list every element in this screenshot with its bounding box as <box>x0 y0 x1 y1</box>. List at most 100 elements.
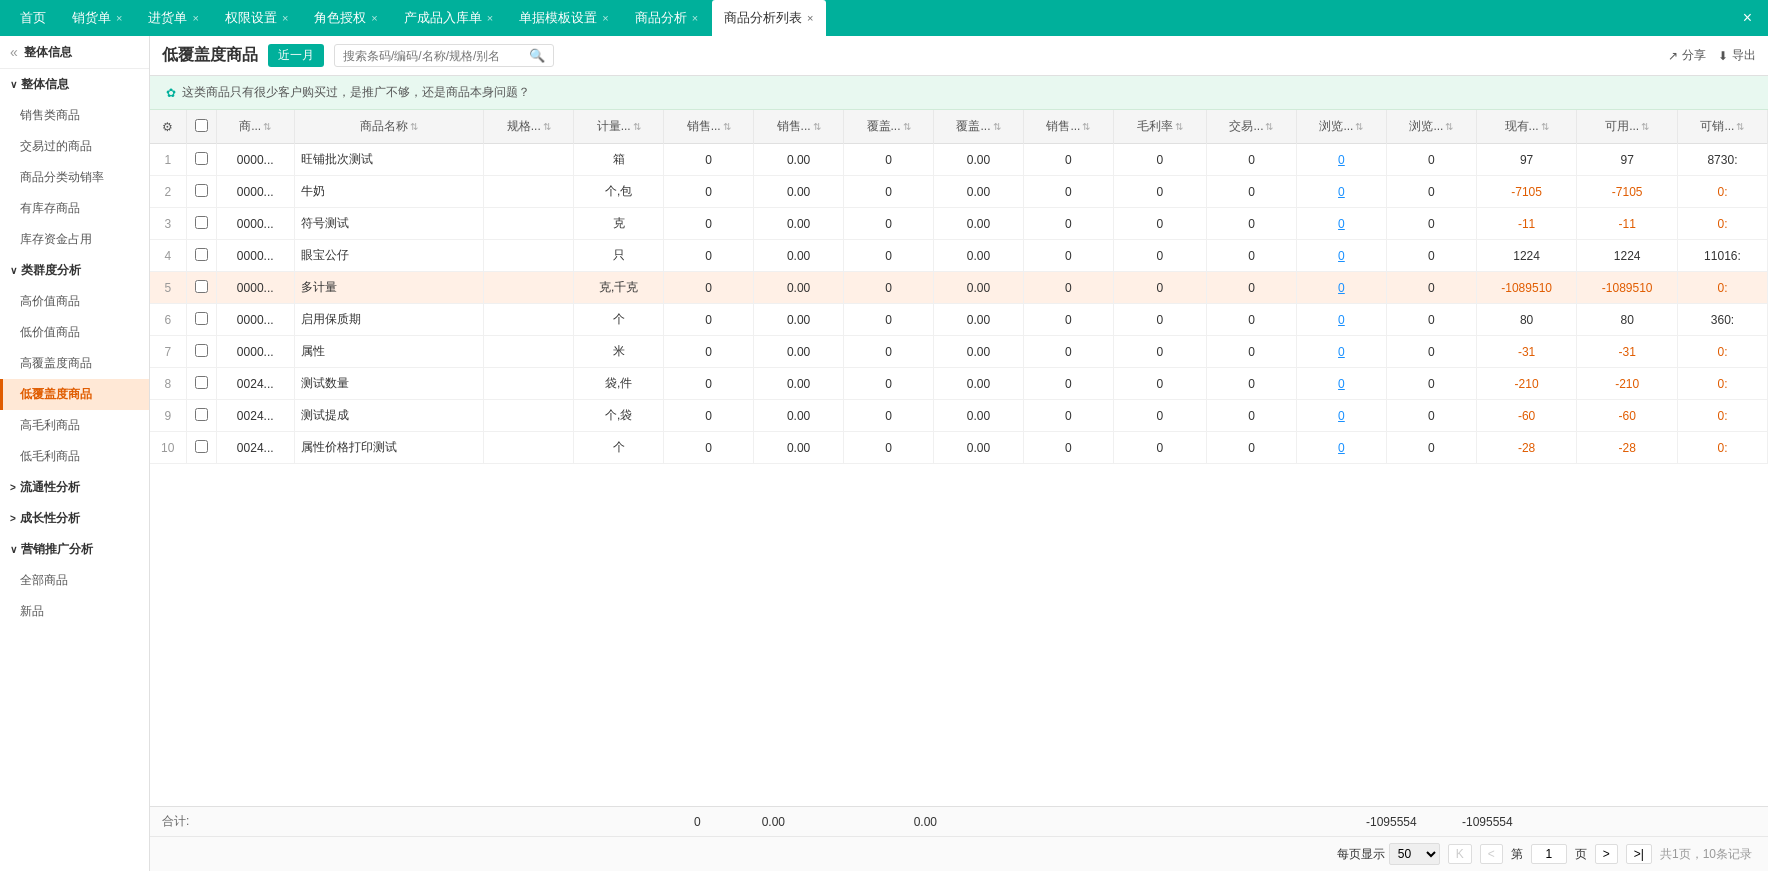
sidebar-item-all-goods[interactable]: 全部商品 <box>0 565 149 596</box>
sidebar-collapse-button[interactable]: « <box>4 42 24 62</box>
close-icon[interactable]: × <box>487 12 493 24</box>
close-icon[interactable]: × <box>692 12 698 24</box>
row-checkbox[interactable] <box>195 408 208 421</box>
row-checkbox-cell[interactable] <box>186 336 216 368</box>
col-settings[interactable]: ⚙ <box>150 110 186 144</box>
row-checkbox[interactable] <box>195 184 208 197</box>
col-sales-detail[interactable]: 销售...⇅ <box>1023 110 1113 144</box>
row-browse1[interactable]: 0 <box>1296 144 1386 176</box>
prev-page-button[interactable]: < <box>1480 844 1503 864</box>
row-num: 10 <box>150 432 186 464</box>
row-browse1[interactable]: 0 <box>1296 176 1386 208</box>
col-code[interactable]: 商...⇅ <box>216 110 294 144</box>
time-filter-button[interactable]: 近一月 <box>268 44 324 67</box>
sidebar-item-stock-capital[interactable]: 库存资金占用 <box>0 224 149 255</box>
sidebar-item-traded-goods[interactable]: 交易过的商品 <box>0 131 149 162</box>
close-icon[interactable]: × <box>602 12 608 24</box>
row-checkbox[interactable] <box>195 152 208 165</box>
row-checkbox-cell[interactable] <box>186 432 216 464</box>
col-trade[interactable]: 交易...⇅ <box>1207 110 1297 144</box>
close-icon[interactable]: × <box>116 12 122 24</box>
col-current[interactable]: 现有...⇅ <box>1476 110 1577 144</box>
sidebar-item-stock-goods[interactable]: 有库存商品 <box>0 193 149 224</box>
row-browse1[interactable]: 0 <box>1296 272 1386 304</box>
per-page-dropdown[interactable]: 50 100 200 <box>1389 843 1440 865</box>
row-checkbox[interactable] <box>195 344 208 357</box>
nav-tab-products[interactable]: 产成品入库单 × <box>392 0 505 36</box>
close-icon[interactable]: × <box>371 12 377 24</box>
nav-tab-analysis-list[interactable]: 商品分析列表 × <box>712 0 825 36</box>
last-page-button[interactable]: >| <box>1626 844 1652 864</box>
close-icon[interactable]: × <box>192 12 198 24</box>
col-saleable[interactable]: 可销...⇅ <box>1677 110 1767 144</box>
row-browse1[interactable]: 0 <box>1296 304 1386 336</box>
nav-tab-sales[interactable]: 销货单 × <box>60 0 134 36</box>
row-checkbox[interactable] <box>195 376 208 389</box>
window-close-button[interactable]: × <box>1735 5 1760 31</box>
col-browse2[interactable]: 浏览...⇅ <box>1386 110 1476 144</box>
col-unit[interactable]: 计量...⇅ <box>574 110 664 144</box>
nav-tab-permissions[interactable]: 权限设置 × <box>213 0 300 36</box>
sidebar-group-overall[interactable]: ∨ 整体信息 <box>0 69 149 100</box>
select-all-checkbox[interactable] <box>195 119 208 132</box>
row-checkbox[interactable] <box>195 248 208 261</box>
col-sales-amount[interactable]: 销售...⇅ <box>754 110 844 144</box>
sidebar-item-low-coverage[interactable]: 低覆盖度商品 <box>0 379 149 410</box>
row-checkbox[interactable] <box>195 440 208 453</box>
first-page-button[interactable]: K <box>1448 844 1472 864</box>
row-checkbox-cell[interactable] <box>186 208 216 240</box>
row-checkbox-cell[interactable] <box>186 304 216 336</box>
share-button[interactable]: ↗ 分享 <box>1668 47 1706 64</box>
row-checkbox-cell[interactable] <box>186 400 216 432</box>
row-browse1[interactable]: 0 <box>1296 368 1386 400</box>
nav-tab-roles[interactable]: 角色授权 × <box>302 0 389 36</box>
col-cov1[interactable]: 覆盖...⇅ <box>844 110 934 144</box>
row-name: 测试提成 <box>294 400 483 432</box>
col-spec[interactable]: 规格...⇅ <box>484 110 574 144</box>
sidebar-item-high-value[interactable]: 高价值商品 <box>0 286 149 317</box>
sidebar-item-high-margin[interactable]: 高毛利商品 <box>0 410 149 441</box>
row-checkbox[interactable] <box>195 312 208 325</box>
nav-tab-home[interactable]: 首页 <box>8 0 58 36</box>
sidebar-item-category-rate[interactable]: 商品分类动销率 <box>0 162 149 193</box>
sidebar-item-low-margin[interactable]: 低毛利商品 <box>0 441 149 472</box>
row-browse1[interactable]: 0 <box>1296 240 1386 272</box>
close-icon[interactable]: × <box>807 12 813 24</box>
col-checkbox[interactable] <box>186 110 216 144</box>
search-input[interactable] <box>343 49 525 63</box>
row-browse1[interactable]: 0 <box>1296 208 1386 240</box>
col-available[interactable]: 可用...⇅ <box>1577 110 1678 144</box>
row-checkbox-cell[interactable] <box>186 368 216 400</box>
settings-icon[interactable]: ⚙ <box>162 120 173 134</box>
row-checkbox-cell[interactable] <box>186 144 216 176</box>
col-browse1[interactable]: 浏览...⇅ <box>1296 110 1386 144</box>
row-checkbox-cell[interactable] <box>186 272 216 304</box>
row-browse1[interactable]: 0 <box>1296 336 1386 368</box>
sidebar-group-marketing[interactable]: ∨ 营销推广分析 <box>0 534 149 565</box>
nav-tab-template[interactable]: 单据模板设置 × <box>507 0 620 36</box>
sidebar-group-growth[interactable]: > 成长性分析 <box>0 503 149 534</box>
row-checkbox-cell[interactable] <box>186 240 216 272</box>
row-checkbox[interactable] <box>195 216 208 229</box>
nav-tab-purchase[interactable]: 进货单 × <box>136 0 210 36</box>
sidebar-group-cluster[interactable]: ∨ 类群度分析 <box>0 255 149 286</box>
row-browse1[interactable]: 0 <box>1296 432 1386 464</box>
row-checkbox[interactable] <box>195 280 208 293</box>
col-gross-margin[interactable]: 毛利率⇅ <box>1113 110 1206 144</box>
sidebar-item-new-goods[interactable]: 新品 <box>0 596 149 627</box>
page-number-input[interactable] <box>1531 844 1567 864</box>
sidebar-item-sales-goods[interactable]: 销售类商品 <box>0 100 149 131</box>
sidebar-group-flow[interactable]: > 流通性分析 <box>0 472 149 503</box>
col-cov2[interactable]: 覆盖...⇅ <box>934 110 1024 144</box>
sidebar-item-low-value[interactable]: 低价值商品 <box>0 317 149 348</box>
sidebar-item-high-coverage[interactable]: 高覆盖度商品 <box>0 348 149 379</box>
row-checkbox-cell[interactable] <box>186 176 216 208</box>
col-name[interactable]: 商品名称⇅ <box>294 110 483 144</box>
col-sales-qty[interactable]: 销售...⇅ <box>664 110 754 144</box>
nav-tab-analysis[interactable]: 商品分析 × <box>623 0 710 36</box>
export-button[interactable]: ⬇ 导出 <box>1718 47 1756 64</box>
close-icon[interactable]: × <box>282 12 288 24</box>
next-page-button[interactable]: > <box>1595 844 1618 864</box>
row-browse1[interactable]: 0 <box>1296 400 1386 432</box>
row-num: 2 <box>150 176 186 208</box>
